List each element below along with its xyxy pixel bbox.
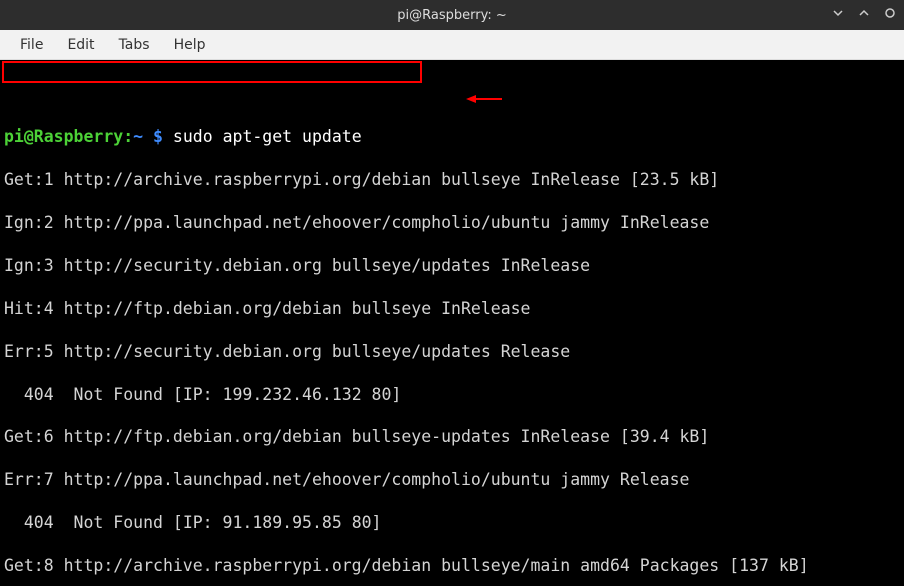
output-line: Hit:4 http://ftp.debian.org/debian bulls… <box>4 298 900 319</box>
window-controls <box>832 7 896 23</box>
window-title: pi@Raspberry: ~ <box>397 8 506 23</box>
command-text: sudo apt-get update <box>173 127 362 146</box>
output-line: Get:1 http://archive.raspberrypi.org/deb… <box>4 169 900 190</box>
output-line: Ign:2 http://ppa.launchpad.net/ehoover/c… <box>4 212 900 233</box>
terminal-area[interactable]: pi@Raspberry:~ $ sudo apt-get update Get… <box>0 60 904 586</box>
close-icon[interactable] <box>884 7 896 23</box>
menu-file[interactable]: File <box>8 33 55 57</box>
prompt-path: ~ <box>133 127 143 146</box>
titlebar: pi@Raspberry: ~ <box>0 0 904 30</box>
menubar: File Edit Tabs Help <box>0 30 904 60</box>
output-line: Err:7 http://ppa.launchpad.net/ehoover/c… <box>4 469 900 490</box>
menu-edit[interactable]: Edit <box>55 33 106 57</box>
annotation-highlight-box <box>2 61 422 83</box>
output-line: Ign:3 http://security.debian.org bullsey… <box>4 255 900 276</box>
prompt-line: pi@Raspberry:~ $ sudo apt-get update <box>4 126 900 147</box>
maximize-icon[interactable] <box>858 7 870 23</box>
menu-tabs[interactable]: Tabs <box>107 33 162 57</box>
output-line: 404 Not Found [IP: 91.189.95.85 80] <box>4 512 900 533</box>
output-line: Err:5 http://security.debian.org bullsey… <box>4 341 900 362</box>
menu-help[interactable]: Help <box>162 33 218 57</box>
prompt-dollar: $ <box>143 127 173 146</box>
output-line: 404 Not Found [IP: 199.232.46.132 80] <box>4 384 900 405</box>
prompt-user-host: pi@Raspberry <box>4 127 123 146</box>
output-line: Get:6 http://ftp.debian.org/debian bulls… <box>4 426 900 447</box>
output-line: Get:8 http://archive.raspberrypi.org/deb… <box>4 555 900 576</box>
prompt-colon: : <box>123 127 133 146</box>
minimize-icon[interactable] <box>832 7 844 23</box>
annotation-arrow-icon <box>426 68 502 132</box>
